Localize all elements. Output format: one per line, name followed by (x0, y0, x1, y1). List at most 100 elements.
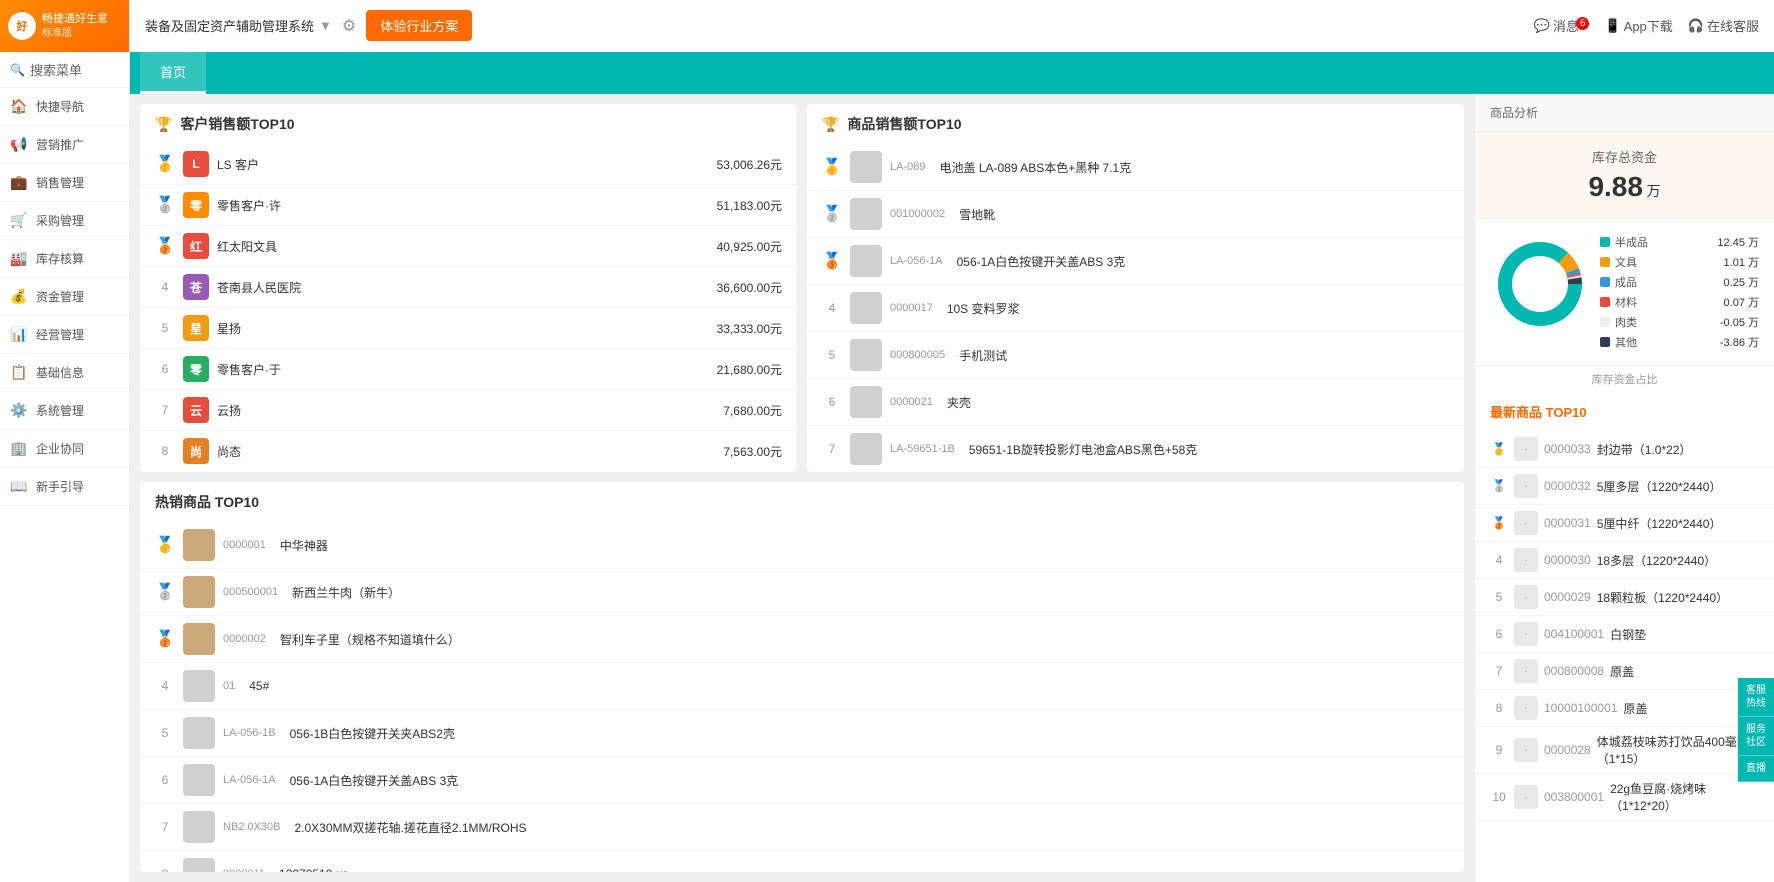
inventory-total-label: 库存总资金 (1490, 147, 1759, 166)
newest-products-panel: 最新商品 TOP10 🥇 · 0000033 封边带（1.0*22） 🥈 · 0… (1475, 392, 1774, 821)
rank-num: 6 (822, 395, 842, 409)
legend-dot (1600, 237, 1610, 247)
product-code: LA-056-1A (890, 255, 943, 267)
product-name: 原盖 (1610, 663, 1759, 680)
header: 装备及固定资产辅助管理系统 ▼ ⚙ 体验行业方案 💬 消息 6 📱 App下载 … (130, 0, 1774, 52)
customer-top10-panel: 🏆 客户销售额TOP10 🥇 L LS 客户 53,006.26元 🥈 零 零售… (140, 104, 797, 472)
medal-icon: 🥇 (155, 535, 175, 555)
rank-num: 6 (155, 362, 175, 376)
table-row: 🥈 001000002 雪地靴 (807, 191, 1464, 238)
logo-text: 畅捷通好生意 标准版 (42, 12, 108, 39)
sidebar-icon-8: ⚙️ (10, 402, 28, 419)
product-img (183, 623, 215, 655)
avatar: 云 (183, 397, 209, 423)
app-download-btn[interactable]: 📱 App下载 (1604, 16, 1672, 35)
inventory-header: 商品分析 (1475, 94, 1774, 132)
product-name: 新西兰牛肉（新牛） (292, 584, 1449, 601)
product-img: · (1514, 785, 1538, 809)
sidebar-icon-3: 🛒 (10, 212, 28, 229)
rank-num: 8 (155, 444, 175, 458)
tab-home[interactable]: 首页 (140, 52, 206, 94)
sidebar-item-4[interactable]: 🏭库存核算 (0, 240, 129, 278)
float-button[interactable]: 客服热线 (1738, 678, 1774, 717)
medal-icon: 🥇 (1490, 442, 1508, 456)
list-item: 4 · 0000030 18多层（1220*2440） (1475, 542, 1774, 579)
hot-products-title: 热销商品 TOP10 (155, 492, 259, 512)
search-menu[interactable]: 🔍 搜索菜单 (0, 52, 129, 88)
sidebar-item-9[interactable]: 🏢企业协同 (0, 430, 129, 468)
rank-num: 8 (155, 867, 175, 872)
gear-icon[interactable]: ⚙ (342, 16, 356, 36)
product-name: 2.0X30MM双搓花轴.搓花直径2.1MM/ROHS (294, 819, 1449, 836)
table-row: 🥈 零 零售客户·许 51,183.00元 (140, 185, 797, 226)
rank-num: 7 (1490, 664, 1508, 678)
table-row: 5 000800005 手机测试 (807, 332, 1464, 379)
sidebar-item-5[interactable]: 💰资金管理 (0, 278, 129, 316)
product-img: · (1514, 474, 1538, 498)
avatar: 星 (183, 315, 209, 341)
sidebar-item-8[interactable]: ⚙️系统管理 (0, 392, 129, 430)
sidebar-item-3[interactable]: 🛒采购管理 (0, 202, 129, 240)
logo: 好 畅捷通好生意 标准版 (0, 0, 129, 52)
sidebar-icon-1: 📢 (10, 136, 28, 153)
sidebar-item-6[interactable]: 📊经营管理 (0, 316, 129, 354)
sidebar-item-0[interactable]: 🏠快捷导航 (0, 88, 129, 126)
customer-top10-table: 🥇 L LS 客户 53,006.26元 🥈 零 零售客户·许 51,183.0… (140, 144, 797, 471)
right-panel: 商品分析 库存总资金 9.88 万 (1474, 94, 1774, 882)
sidebar-item-7[interactable]: 📋基础信息 (0, 354, 129, 392)
product-name: 白钢垫 (1610, 626, 1759, 643)
product-name: 22g鱼豆腐·烧烤味（1*12*20） (1610, 780, 1759, 814)
product-code: 0000001 (223, 539, 266, 551)
legend-dot (1600, 257, 1610, 267)
list-item: 7 · 000800008 原盖 (1475, 653, 1774, 690)
inventory-total-value: 9.88 万 (1490, 171, 1759, 203)
app-icon: 📱 (1604, 18, 1620, 34)
product-top10-table: 🥇 LA-089 电池盖 LA-089 ABS本色+黑种 7.1克 🥈 0010… (807, 144, 1464, 472)
product-name: 59651-1B旋转投影灯电池盒ABS黑色+58克 (969, 441, 1449, 458)
float-button[interactable]: 直播 (1738, 756, 1774, 782)
dropdown-icon[interactable]: ▼ (319, 18, 332, 33)
product-code: 0000030 (1544, 553, 1591, 567)
table-row: 🥉 LA-056-1A 056-1A白色按键开关盖ABS 3克 (807, 238, 1464, 285)
sidebar-icon-0: 🏠 (10, 98, 28, 115)
product-img: · (1514, 659, 1538, 683)
online-service-btn[interactable]: 🎧 在线客服 (1688, 16, 1759, 35)
product-img: · (1514, 511, 1538, 535)
list-item: 8 · 10000100001 原盖 (1475, 690, 1774, 727)
medal-icon: 🥈 (822, 204, 842, 224)
main-area: 装备及固定资产辅助管理系统 ▼ ⚙ 体验行业方案 💬 消息 6 📱 App下载 … (130, 0, 1774, 882)
sidebar-item-2[interactable]: 💼销售管理 (0, 164, 129, 202)
float-button[interactable]: 服务社区 (1738, 717, 1774, 756)
message-btn[interactable]: 💬 消息 6 (1534, 16, 1590, 35)
product-name: 雪地靴 (959, 206, 1449, 223)
product-name: 5厘中纤（1220*2440） (1597, 515, 1759, 532)
product-img: · (1514, 696, 1538, 720)
product-code: LA-056-1A (223, 774, 276, 786)
hot-products-panel: 热销商品 TOP10 🥇 0000001 中华神器 🥈 000500001 新西… (140, 482, 1464, 872)
list-item: 5 LA-056-1B 056-1B白色按键开关夹ABS2壳 (140, 710, 1464, 757)
product-img: · (1514, 585, 1538, 609)
medal-icon: 🥉 (822, 251, 842, 271)
product-img (183, 576, 215, 608)
medal-icon: 🥇 (155, 154, 175, 174)
list-item: 🥇 · 0000033 封边带（1.0*22） (1475, 431, 1774, 468)
sidebar-icon-4: 🏭 (10, 250, 28, 267)
product-code: LA-056-1B (223, 727, 276, 739)
app-download-label: App下载 (1624, 16, 1673, 35)
product-code: NB2.0X30B (223, 821, 280, 833)
product-code: 0000017 (890, 302, 933, 314)
product-name: 体城荔枝味苏打饮品400毫升（1*15） (1597, 733, 1759, 767)
legend-value: 0.07 万 (1724, 294, 1759, 310)
sidebar-item-10[interactable]: 📖新手引导 (0, 468, 129, 506)
rank-num: 4 (822, 301, 842, 315)
sidebar-item-1[interactable]: 📢营销推广 (0, 126, 129, 164)
medal-icon: 🥉 (155, 236, 175, 256)
customer-name: 尚态 (217, 443, 715, 460)
product-img (850, 386, 882, 418)
trophy2-icon: 🏆 (822, 116, 839, 133)
trial-button[interactable]: 体验行业方案 (366, 10, 472, 41)
rank-num: 5 (155, 726, 175, 740)
customer-name: 红太阳文具 (217, 238, 709, 255)
list-item: 🥈 000500001 新西兰牛肉（新牛） (140, 569, 1464, 616)
product-code: 0000029 (1544, 590, 1591, 604)
